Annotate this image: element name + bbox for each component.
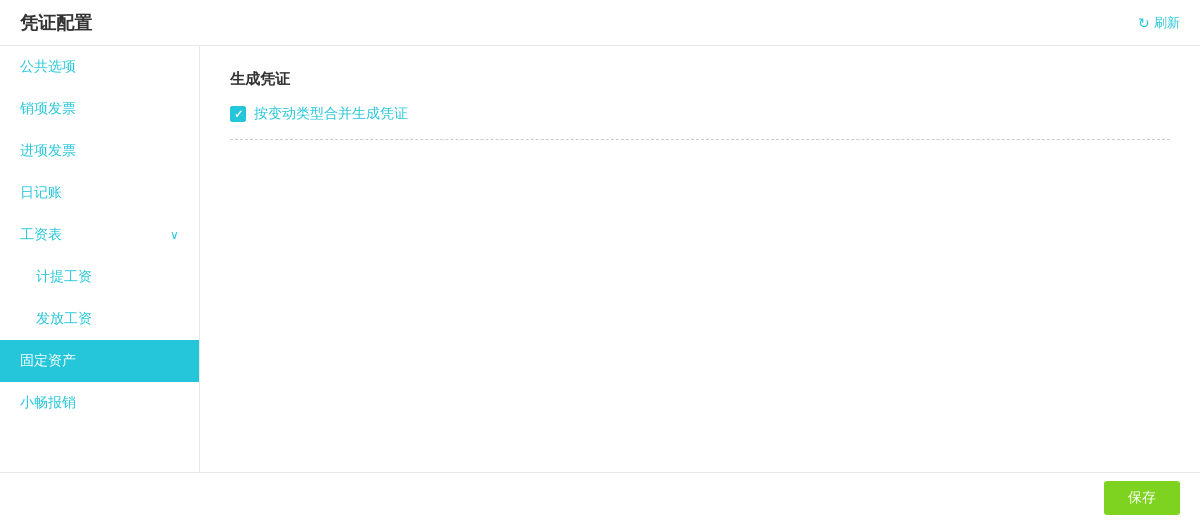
- sidebar-item-journal[interactable]: 日记账: [0, 172, 199, 214]
- page-title: 凭证配置: [20, 11, 92, 35]
- body: 公共选项 销项发票 进项发票 日记账 工资表 ∨ 计提工资 发放工资 固定资: [0, 46, 1200, 472]
- sidebar-item-label: 小畅报销: [20, 394, 76, 412]
- section-divider: [230, 139, 1170, 140]
- sidebar-item-purchase-invoice[interactable]: 进项发票: [0, 130, 199, 172]
- refresh-icon: ↻: [1138, 15, 1150, 31]
- section-title: 生成凭证: [230, 70, 1170, 89]
- checkbox-label: 按变动类型合并生成凭证: [254, 105, 408, 123]
- sidebar-item-label: 计提工资: [36, 268, 92, 286]
- sidebar-item-label: 固定资产: [20, 352, 76, 370]
- check-mark-icon: ✓: [234, 108, 243, 121]
- sidebar-item-label: 进项发票: [20, 142, 76, 160]
- sidebar-item-label: 公共选项: [20, 58, 76, 76]
- refresh-button[interactable]: ↻ 刷新: [1138, 14, 1180, 32]
- save-button[interactable]: 保存: [1104, 481, 1180, 515]
- chevron-down-icon: ∨: [170, 228, 179, 242]
- sidebar-item-label: 工资表: [20, 226, 62, 244]
- page-wrapper: 凭证配置 ↻ 刷新 公共选项 销项发票 进项发票 日记账 工资表 ∨: [0, 0, 1200, 522]
- sidebar-item-label: 日记账: [20, 184, 62, 202]
- main-content: 生成凭证 ✓ 按变动类型合并生成凭证: [200, 46, 1200, 472]
- sidebar-item-payroll-accrual[interactable]: 计提工资: [0, 256, 199, 298]
- sidebar-item-public-options[interactable]: 公共选项: [0, 46, 199, 88]
- sidebar-item-payroll-payment[interactable]: 发放工资: [0, 298, 199, 340]
- sidebar-item-label: 销项发票: [20, 100, 76, 118]
- sidebar-item-expense-reimbursement[interactable]: 小畅报销: [0, 382, 199, 424]
- refresh-label: 刷新: [1154, 14, 1180, 32]
- merge-checkbox[interactable]: ✓: [230, 106, 246, 122]
- sidebar-item-sales-invoice[interactable]: 销项发票: [0, 88, 199, 130]
- sidebar: 公共选项 销项发票 进项发票 日记账 工资表 ∨ 计提工资 发放工资 固定资: [0, 46, 200, 472]
- sidebar-item-payroll-table[interactable]: 工资表 ∨: [0, 214, 199, 256]
- sidebar-item-label: 发放工资: [36, 310, 92, 328]
- header: 凭证配置 ↻ 刷新: [0, 0, 1200, 46]
- checkbox-row: ✓ 按变动类型合并生成凭证: [230, 105, 1170, 123]
- sidebar-item-fixed-assets[interactable]: 固定资产: [0, 340, 199, 382]
- footer: 保存: [0, 472, 1200, 522]
